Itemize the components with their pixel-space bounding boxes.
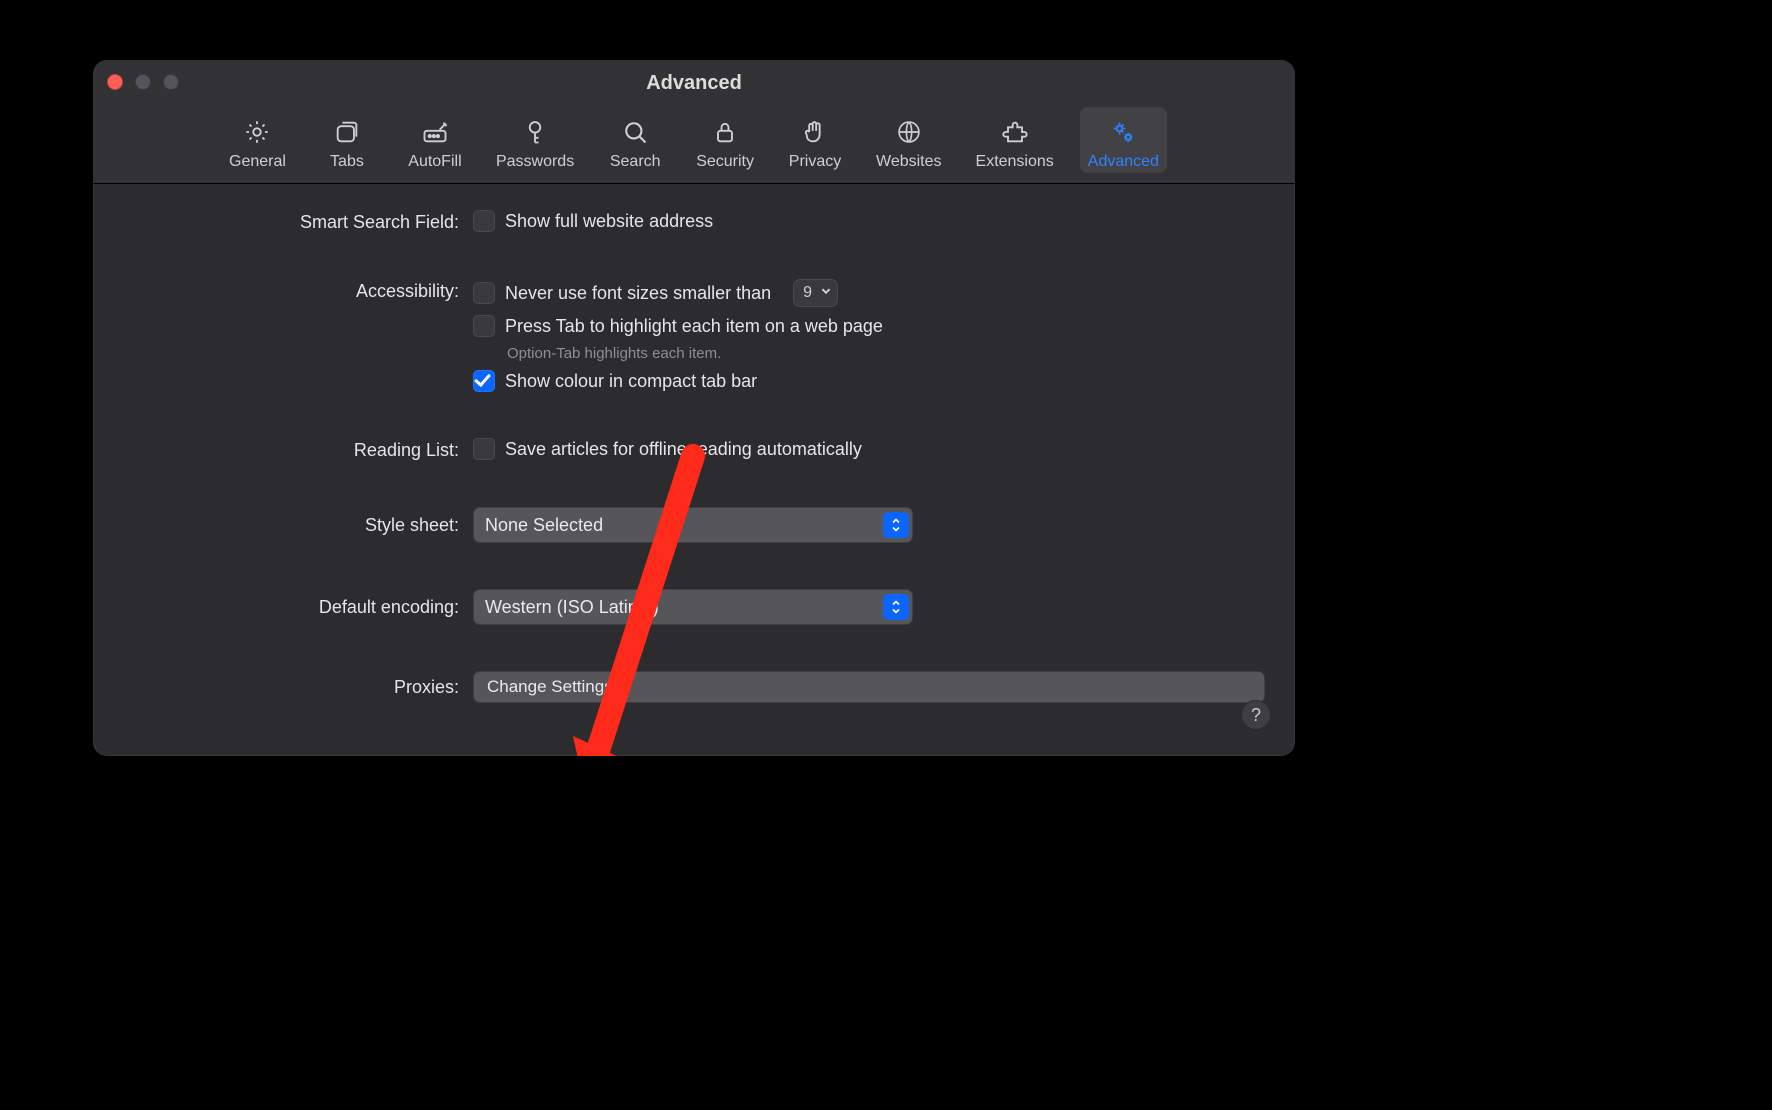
select-indicator-icon	[883, 512, 909, 538]
tab-label: Websites	[876, 153, 942, 171]
search-icon	[620, 117, 650, 147]
lock-icon	[710, 117, 740, 147]
select-value: Western (ISO Latin 1)	[485, 597, 659, 618]
tab-label: Tabs	[330, 153, 364, 171]
tab-label: Passwords	[496, 153, 574, 171]
checkbox-show-full-address[interactable]	[473, 210, 495, 232]
stepper-min-font-size[interactable]: 9	[793, 279, 838, 307]
tab-label: Privacy	[789, 153, 841, 171]
select-default-encoding[interactable]: Western (ISO Latin 1)	[473, 589, 913, 625]
label-accessibility: Accessibility:	[123, 279, 459, 302]
hand-icon	[800, 117, 830, 147]
globe-icon	[894, 117, 924, 147]
checkbox-tab-highlight[interactable]	[473, 315, 495, 337]
chevron-down-icon	[820, 284, 832, 302]
tab-label: Security	[696, 153, 754, 171]
tab-passwords[interactable]: Passwords	[488, 107, 582, 173]
label-proxies: Proxies:	[123, 671, 459, 698]
checkbox-label: Save articles for offline reading automa…	[505, 439, 862, 460]
checkbox-label: Show full website address	[505, 211, 713, 232]
checkbox-save-offline[interactable]	[473, 438, 495, 460]
field-reading-list: Save articles for offline reading automa…	[473, 438, 1265, 460]
tab-tabs[interactable]: Tabs	[312, 107, 382, 173]
label-reading-list: Reading List:	[123, 438, 459, 461]
note-option-tab: Option-Tab highlights each item.	[507, 345, 1265, 362]
tab-label: AutoFill	[408, 153, 461, 171]
field-default-encoding: Western (ISO Latin 1)	[473, 589, 1265, 625]
checkbox-min-font-size[interactable]	[473, 282, 495, 304]
tab-label: Search	[610, 153, 661, 171]
select-value: None Selected	[485, 515, 603, 536]
button-change-settings[interactable]: Change Settings…	[473, 671, 1265, 703]
tab-privacy[interactable]: Privacy	[780, 107, 850, 173]
window-title: Advanced	[93, 72, 1295, 95]
gear-icon	[242, 117, 272, 147]
preferences-toolbar: General Tabs	[93, 103, 1295, 183]
label-default-encoding: Default encoding:	[123, 589, 459, 618]
titlebar: Advanced General	[93, 60, 1295, 184]
checkbox-compact-colour[interactable]	[473, 370, 495, 392]
checkbox-label: Never use font sizes smaller than	[505, 283, 771, 304]
tab-search[interactable]: Search	[600, 107, 670, 173]
tab-security[interactable]: Security	[688, 107, 762, 173]
tab-label: Advanced	[1088, 153, 1159, 171]
puzzle-icon	[1000, 117, 1030, 147]
tab-advanced[interactable]: Advanced	[1080, 107, 1167, 173]
tab-extensions[interactable]: Extensions	[968, 107, 1062, 173]
label-smart-search: Smart Search Field:	[123, 210, 459, 233]
autofill-icon	[420, 117, 450, 147]
preferences-tabs: General Tabs	[221, 107, 1167, 183]
settings-grid: Smart Search Field: Show full website ad…	[123, 210, 1265, 756]
checkbox-label: Press Tab to highlight each item on a we…	[505, 316, 883, 337]
key-icon	[520, 117, 550, 147]
stepper-value: 9	[803, 284, 812, 302]
tab-label: Extensions	[976, 153, 1054, 171]
tab-general[interactable]: General	[221, 107, 294, 173]
label-style-sheet: Style sheet:	[123, 507, 459, 536]
preferences-window: Advanced General	[93, 60, 1295, 756]
tabs-icon	[332, 117, 362, 147]
select-style-sheet[interactable]: None Selected	[473, 507, 913, 543]
field-accessibility: Never use font sizes smaller than 9 Pres…	[473, 279, 1265, 392]
preferences-body: Smart Search Field: Show full website ad…	[93, 184, 1295, 756]
select-indicator-icon	[883, 594, 909, 620]
field-style-sheet: None Selected	[473, 507, 1265, 543]
help-button[interactable]: ?	[1241, 700, 1271, 730]
tab-label: General	[229, 153, 286, 171]
field-proxies: Change Settings…	[473, 671, 1265, 703]
checkbox-label: Show colour in compact tab bar	[505, 371, 757, 392]
advanced-gears-icon	[1108, 117, 1138, 147]
field-smart-search: Show full website address	[473, 210, 1265, 232]
tab-websites[interactable]: Websites	[868, 107, 950, 173]
tab-autofill[interactable]: AutoFill	[400, 107, 470, 173]
